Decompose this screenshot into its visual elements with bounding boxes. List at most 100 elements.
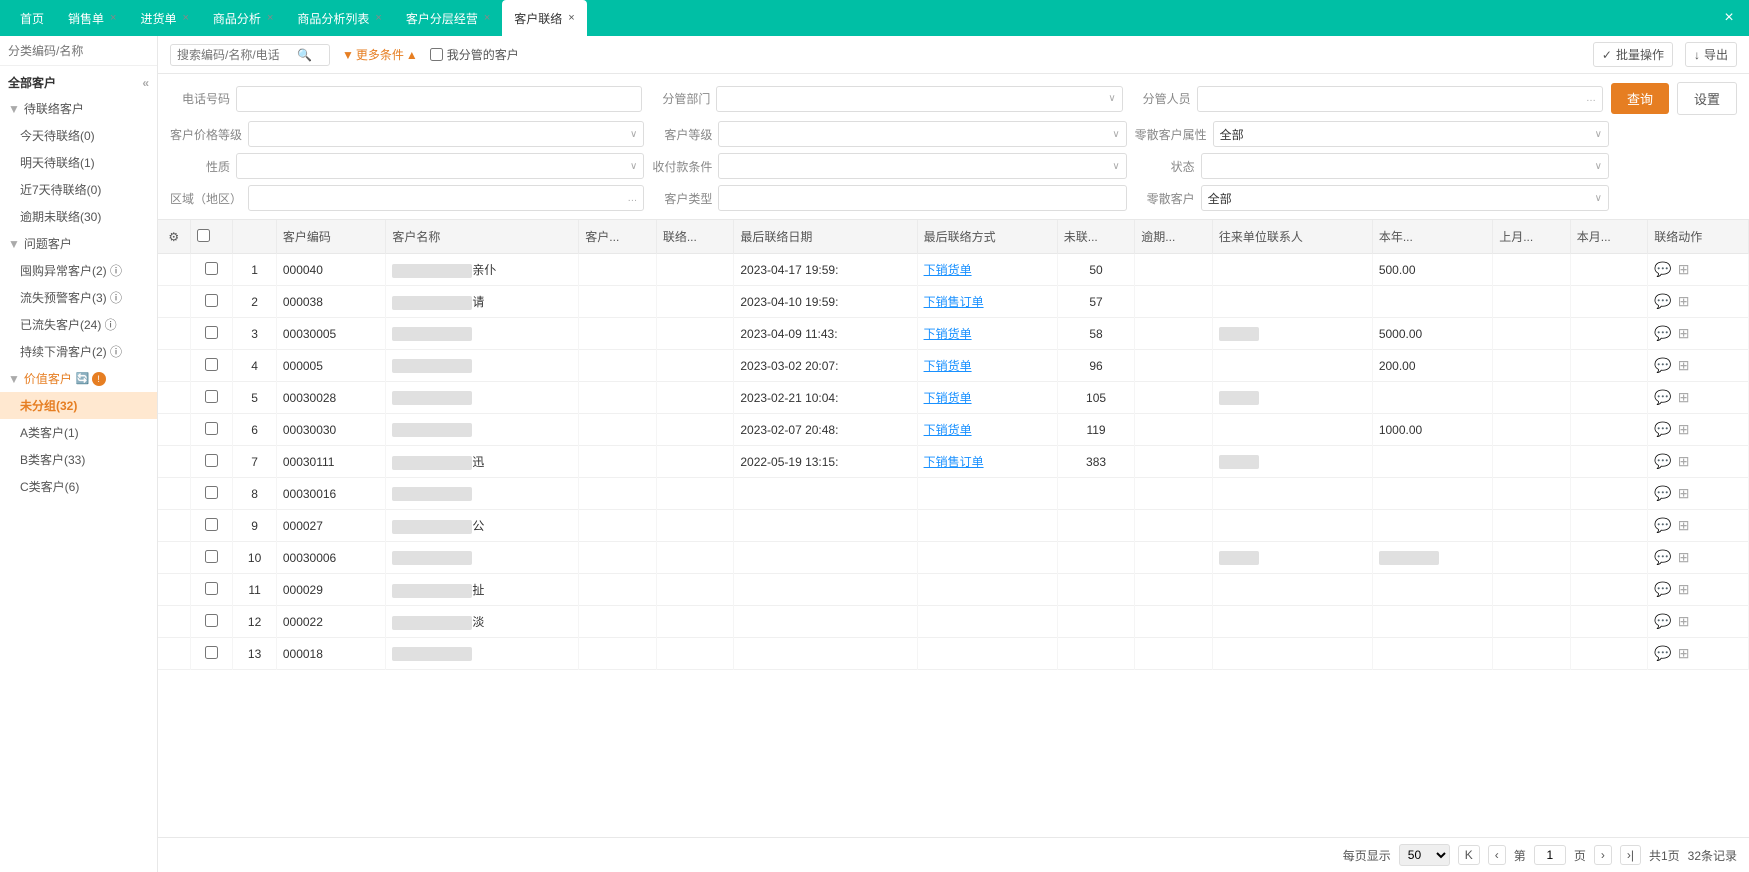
th-overdue[interactable]: 逾期... (1135, 220, 1213, 254)
manager-input[interactable]: … (1197, 86, 1603, 112)
row-checkbox[interactable] (205, 646, 218, 659)
chat-icon[interactable]: 💬 (1654, 357, 1671, 374)
td-checkbox[interactable] (190, 350, 233, 382)
sidebar-item-class-a[interactable]: A类客户(1) (0, 419, 157, 446)
td-action[interactable]: 💬 ⊞ (1648, 574, 1749, 606)
all-customers-header[interactable]: 全部客户 « (0, 66, 157, 95)
td-checkbox[interactable] (190, 478, 233, 510)
td-checkbox[interactable] (190, 318, 233, 350)
td-last-method[interactable]: 下销售订单 (917, 446, 1057, 478)
td-last-method[interactable]: 下销货单 (917, 254, 1057, 286)
th-settings[interactable]: ⚙ (158, 220, 190, 254)
th-name[interactable]: 客户名称 (386, 220, 579, 254)
td-checkbox[interactable] (190, 414, 233, 446)
td-checkbox[interactable] (190, 606, 233, 638)
chat-icon[interactable]: 💬 (1654, 453, 1671, 470)
retail-attr-select[interactable]: 全部∨ (1213, 121, 1609, 147)
batch-ops-btn[interactable]: ✓ 批量操作 (1593, 42, 1673, 67)
td-checkbox[interactable] (190, 638, 233, 670)
collapse-icon[interactable]: « (142, 76, 149, 90)
sidebar-item-abnormal[interactable]: 囤购异常客户(2) ⓘ (0, 257, 157, 284)
grid-icon[interactable]: ⊞ (1678, 517, 1690, 534)
chat-icon[interactable]: 💬 (1654, 549, 1671, 566)
status-select[interactable]: ∨ (1201, 153, 1609, 179)
nav-customer-ops[interactable]: 客户分层经营 × (394, 0, 502, 36)
customer-type-input[interactable] (718, 185, 1126, 211)
grid-icon[interactable]: ⊞ (1678, 389, 1690, 406)
td-checkbox[interactable] (190, 382, 233, 414)
td-last-method[interactable] (917, 638, 1057, 670)
sidebar-item-churned[interactable]: 已流失客户(24) ⓘ (0, 311, 157, 338)
close-customer-contact-icon[interactable]: × (568, 12, 574, 24)
td-action[interactable]: 💬 ⊞ (1648, 286, 1749, 318)
td-checkbox[interactable] (190, 446, 233, 478)
th-category[interactable]: 客户... (579, 220, 657, 254)
grid-icon[interactable]: ⊞ (1678, 325, 1690, 342)
td-last-method[interactable]: 下销货单 (917, 318, 1057, 350)
th-this-month[interactable]: 本月... (1570, 220, 1648, 254)
td-last-method[interactable] (917, 606, 1057, 638)
page-input[interactable] (1534, 845, 1566, 865)
td-last-method[interactable] (917, 574, 1057, 606)
td-last-method[interactable] (917, 510, 1057, 542)
sidebar-item-today[interactable]: 今天待联络(0) (0, 122, 157, 149)
th-checkbox[interactable] (190, 220, 233, 254)
td-checkbox[interactable] (190, 574, 233, 606)
price-level-select[interactable]: ∨ (248, 121, 644, 147)
select-all-checkbox[interactable] (197, 229, 210, 242)
group-pending-contact[interactable]: ▼ 待联络客户 (0, 95, 157, 122)
sidebar-item-ungroup[interactable]: 未分组(32) (0, 392, 157, 419)
row-checkbox[interactable] (205, 390, 218, 403)
td-action[interactable]: 💬 ⊞ (1648, 510, 1749, 542)
grid-icon[interactable]: ⊞ (1678, 485, 1690, 502)
grid-icon[interactable]: ⊞ (1678, 453, 1690, 470)
chat-icon[interactable]: 💬 (1654, 581, 1671, 598)
row-checkbox[interactable] (205, 582, 218, 595)
td-action[interactable]: 💬 ⊞ (1648, 446, 1749, 478)
chat-icon[interactable]: 💬 (1654, 293, 1671, 310)
payment-select[interactable]: ∨ (718, 153, 1126, 179)
td-action[interactable]: 💬 ⊞ (1648, 606, 1749, 638)
group-value-customer[interactable]: ▼ 价值客户 🔄 ! (0, 365, 157, 392)
sidebar-item-declining[interactable]: 持续下滑客户(2) ⓘ (0, 338, 157, 365)
region-select[interactable]: … (248, 185, 644, 211)
more-conditions-btn[interactable]: ▼ 更多条件 ▲ (342, 46, 418, 63)
sidebar-item-class-c[interactable]: C类客户(6) (0, 473, 157, 500)
row-checkbox[interactable] (205, 262, 218, 275)
th-un-contact[interactable]: 未联... (1057, 220, 1135, 254)
th-last-contact-method[interactable]: 最后联络方式 (917, 220, 1057, 254)
td-last-method[interactable] (917, 542, 1057, 574)
close-product-icon[interactable]: × (267, 12, 273, 24)
nav-product-analysis[interactable]: 商品分析 × (201, 0, 285, 36)
td-action[interactable]: 💬 ⊞ (1648, 254, 1749, 286)
nav-sales[interactable]: 销售单 × (56, 0, 128, 36)
row-checkbox[interactable] (205, 454, 218, 467)
th-contact[interactable]: 联络... (656, 220, 734, 254)
row-checkbox[interactable] (205, 614, 218, 627)
row-checkbox[interactable] (205, 550, 218, 563)
main-search-icon[interactable]: 🔍 (297, 48, 312, 62)
query-btn[interactable]: 查询 (1611, 83, 1669, 114)
td-last-method[interactable]: 下销货单 (917, 350, 1057, 382)
row-checkbox[interactable] (205, 326, 218, 339)
grid-icon[interactable]: ⊞ (1678, 613, 1690, 630)
td-action[interactable]: 💬 ⊞ (1648, 318, 1749, 350)
td-checkbox[interactable] (190, 542, 233, 574)
row-checkbox[interactable] (205, 518, 218, 531)
chat-icon[interactable]: 💬 (1654, 421, 1671, 438)
my-customers-filter[interactable]: 我分管的客户 (430, 46, 519, 63)
sidebar-item-7days[interactable]: 近7天待联络(0) (0, 176, 157, 203)
td-action[interactable]: 💬 ⊞ (1648, 542, 1749, 574)
th-this-year[interactable]: 本年... (1372, 220, 1492, 254)
next-page-btn[interactable]: › (1594, 845, 1612, 865)
row-checkbox[interactable] (205, 294, 218, 307)
reset-btn[interactable]: 设置 (1677, 82, 1737, 115)
grid-icon[interactable]: ⊞ (1678, 261, 1690, 278)
th-code[interactable]: 客户编码 (276, 220, 385, 254)
window-close-btn[interactable]: × (1717, 6, 1741, 30)
chat-icon[interactable]: 💬 (1654, 517, 1671, 534)
nav-purchase[interactable]: 进货单 × (128, 0, 200, 36)
refresh-icon[interactable]: 🔄 (76, 372, 90, 385)
dept-select[interactable]: ∨ (716, 86, 1122, 112)
th-last-month[interactable]: 上月... (1493, 220, 1571, 254)
